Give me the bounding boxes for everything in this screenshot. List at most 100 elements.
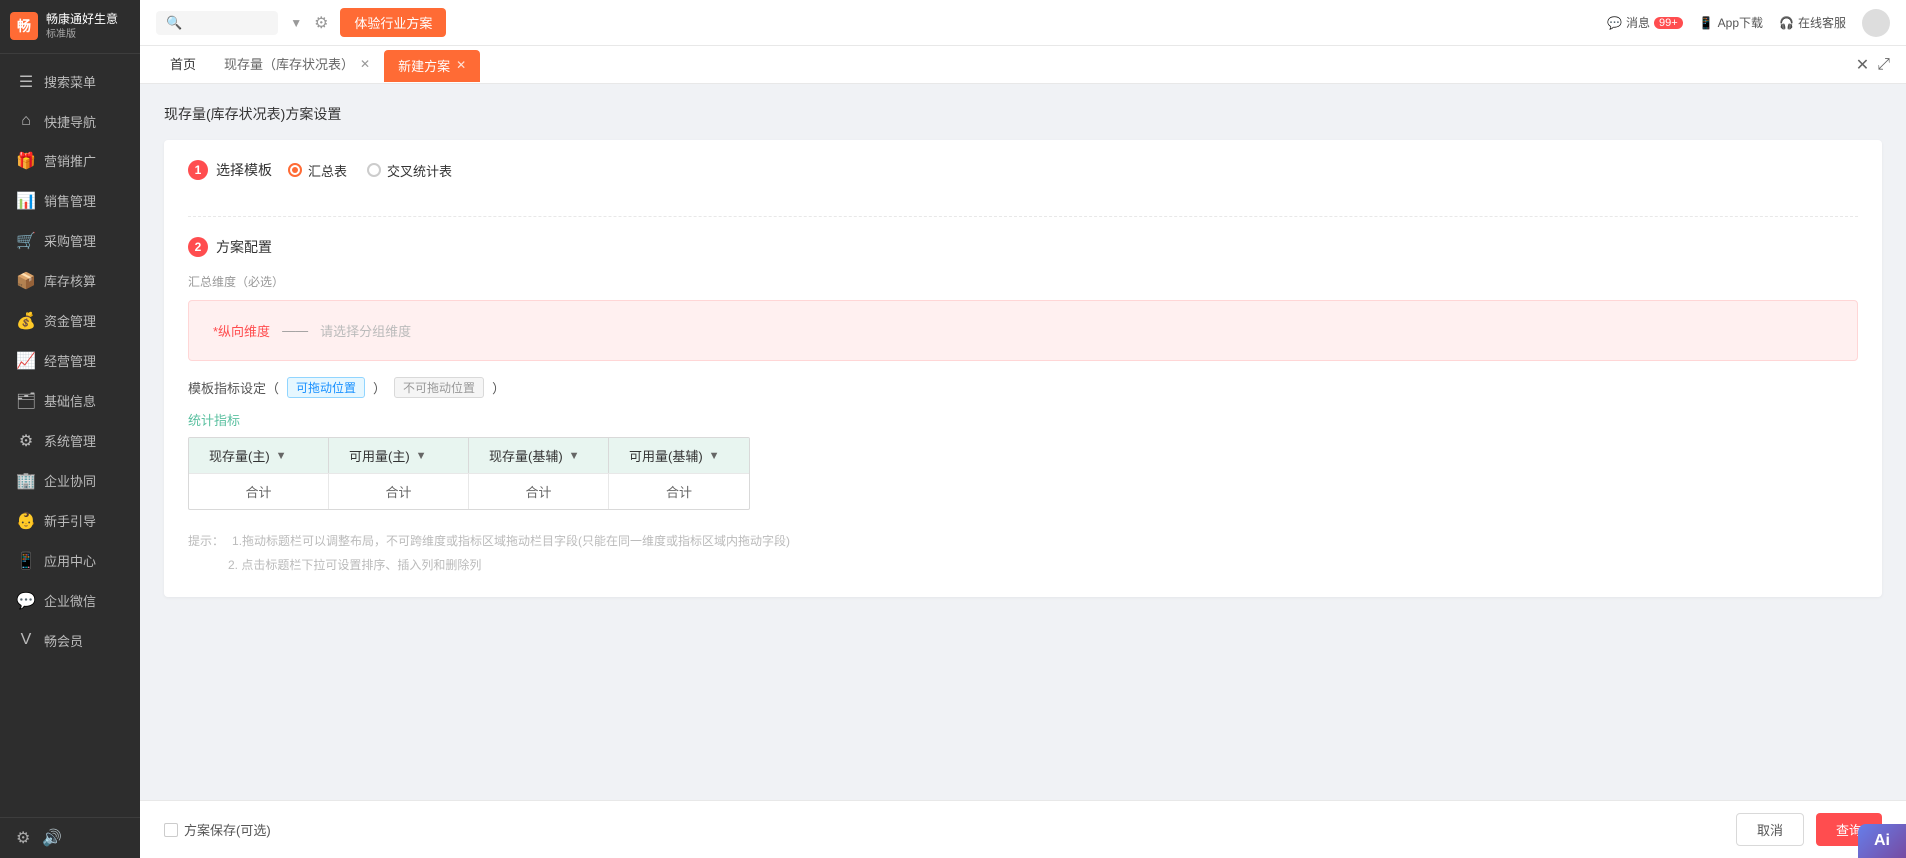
system-icon: ⚙ <box>16 431 36 451</box>
settings-icon[interactable]: ⚙ <box>16 828 30 848</box>
sidebar-item-label: 资金管理 <box>44 311 96 330</box>
sidebar-item-quick-nav[interactable]: ⌂ 快捷导航 <box>0 102 140 141</box>
save-checkbox[interactable] <box>164 823 178 837</box>
chevron-down-icon[interactable]: ▼ <box>709 450 720 462</box>
sidebar-item-label: 企业协同 <box>44 471 96 490</box>
sidebar-item-label: 企业微信 <box>44 591 96 610</box>
search-box[interactable]: 🔍 <box>156 11 278 35</box>
tab-inventory-close-icon[interactable]: ✕ <box>360 57 370 71</box>
dimension-input-area[interactable]: *纵向维度 —— 请选择分组维度 <box>188 300 1858 361</box>
sidebar-item-label: 快捷导航 <box>44 112 96 131</box>
sidebar-item-label: 经营管理 <box>44 351 96 370</box>
save-option[interactable]: 方案保存(可选) <box>164 820 271 839</box>
sidebar-item-search-menu[interactable]: ☰ 搜索菜单 <box>0 62 140 102</box>
cancel-button[interactable]: 取消 <box>1736 813 1804 846</box>
tab-inventory-label: 现存量（库存状况表） <box>224 54 354 73</box>
tip2: 2. 点击标题栏下拉可设置排序、插入列和删除列 <box>188 553 1858 577</box>
radio-cross-dot <box>367 163 381 177</box>
purchase-icon: 🛒 <box>16 231 36 251</box>
sidebar-item-label: 搜索菜单 <box>44 72 96 91</box>
speaker-icon[interactable]: 🔊 <box>42 828 62 848</box>
table-cell-current-aux: 合计 <box>469 474 609 509</box>
sidebar-item-purchase[interactable]: 🛒 采购管理 <box>0 221 140 261</box>
radio-cross[interactable]: 交叉统计表 <box>367 161 452 180</box>
tip1: 提示： 1.拖动标题栏可以调整布局，不可跨维度或指标区域拖动栏目字段(只能在同一… <box>188 529 1858 553</box>
stat-label: 统计指标 <box>188 410 1858 429</box>
sidebar-item-inventory[interactable]: 📦 库存核算 <box>0 261 140 301</box>
tab-home[interactable]: 首页 <box>156 46 210 84</box>
section1-title: 选择模板 <box>216 160 272 180</box>
save-option-label: 方案保存(可选) <box>184 820 271 839</box>
newbie-icon: 👶 <box>16 511 36 531</box>
bottom-bar: 方案保存(可选) 取消 查询 <box>140 800 1906 858</box>
avatar[interactable] <box>1862 9 1890 37</box>
search-input[interactable] <box>188 16 268 30</box>
sidebar-item-basics[interactable]: 🗂 基础信息 <box>0 381 140 421</box>
close-tab-button[interactable]: ✕ <box>1856 55 1869 75</box>
trial-industry-button[interactable]: 体验行业方案 <box>340 8 446 37</box>
table-header-available-main[interactable]: 可用量(主) ▼ <box>329 438 469 473</box>
sidebar-bottom: ⚙ 🔊 <box>0 817 140 858</box>
sidebar-item-marketing[interactable]: 🎁 营销推广 <box>0 141 140 181</box>
table-header-available-aux[interactable]: 可用量(基辅) ▼ <box>609 438 749 473</box>
dimension-section-label: 汇总维度（必选） <box>188 273 1858 290</box>
sidebar-item-newbie[interactable]: 👶 新手引导 <box>0 501 140 541</box>
table-header-current-aux[interactable]: 现存量(基辅) ▼ <box>469 438 609 473</box>
tab-home-label: 首页 <box>170 54 196 73</box>
logo-icon: 畅 <box>10 12 38 40</box>
sidebar-item-operations[interactable]: 📈 经营管理 <box>0 341 140 381</box>
sidebar-item-appstore[interactable]: 📱 应用中心 <box>0 541 140 581</box>
dimension-placeholder-text: 请选择分组维度 <box>320 321 411 340</box>
sidebar-item-system[interactable]: ⚙ 系统管理 <box>0 421 140 461</box>
logo-text: 畅康通好生意 标准版 <box>46 12 118 41</box>
sidebar-nav: ☰ 搜索菜单 ⌂ 快捷导航 🎁 营销推广 📊 销售管理 🛒 采购管理 📦 库存核… <box>0 54 140 817</box>
sidebar-item-finance[interactable]: 💰 资金管理 <box>0 301 140 341</box>
tab-new-plan[interactable]: 新建方案 ✕ <box>384 50 480 82</box>
app-download-button[interactable]: 📱 App下载 <box>1699 14 1763 31</box>
tip2-spacer <box>188 553 220 577</box>
indicator-settings: 模板指标设定（ 可拖动位置 ） 不可拖动位置 ） 统计指标 现存量(主) <box>188 377 1858 513</box>
online-service-button[interactable]: 🎧 在线客服 <box>1779 14 1846 31</box>
draggable-badge: 可拖动位置 <box>287 377 365 398</box>
section1-number: 1 <box>188 160 208 180</box>
table-cell-available-aux: 合计 <box>609 474 749 509</box>
table-cell-current-main: 合计 <box>189 474 329 509</box>
basics-icon: 🗂 <box>16 391 36 411</box>
radio-summary[interactable]: 汇总表 <box>288 161 347 180</box>
sidebar-item-wechat[interactable]: 💬 企业微信 <box>0 581 140 621</box>
radio-summary-dot <box>288 163 302 177</box>
table-header-current-main[interactable]: 现存量(主) ▼ <box>189 438 329 473</box>
search-dropdown-icon[interactable]: ▼ <box>290 16 302 30</box>
indicator-settings-label: 模板指标设定（ 可拖动位置 ） 不可拖动位置 ） <box>188 377 1858 398</box>
chevron-down-icon[interactable]: ▼ <box>569 450 580 462</box>
enterprise-icon: 🏢 <box>16 471 36 491</box>
messages-badge: 99+ <box>1654 17 1683 29</box>
template-section: 1 选择模板 汇总表 交叉统计表 <box>188 160 1858 217</box>
home-icon: ⌂ <box>16 112 36 130</box>
tabs-actions: ✕ ⤢ <box>1856 55 1890 75</box>
sidebar-item-label: 基础信息 <box>44 391 96 410</box>
content-area: 现存量(库存状况表)方案设置 1 选择模板 汇总表 <box>140 84 1906 800</box>
message-icon: 💬 <box>1607 16 1622 30</box>
vip-icon: V <box>16 631 36 649</box>
settings-gear-icon[interactable]: ⚙ <box>314 13 328 33</box>
expand-tab-button[interactable]: ⤢ <box>1877 55 1890 75</box>
chevron-down-icon[interactable]: ▼ <box>416 450 427 462</box>
page-title: 现存量(库存状况表)方案设置 <box>164 104 1882 124</box>
sidebar-item-label: 库存核算 <box>44 271 96 290</box>
tab-inventory[interactable]: 现存量（库存状况表） ✕ <box>210 46 384 84</box>
tab-new-plan-close-icon[interactable]: ✕ <box>456 58 466 72</box>
table-cell-available-main: 合计 <box>329 474 469 509</box>
sidebar-item-vip[interactable]: V 畅会员 <box>0 621 140 660</box>
section2-number: 2 <box>188 237 208 257</box>
sidebar-item-label: 销售管理 <box>44 191 96 210</box>
chevron-down-icon[interactable]: ▼ <box>276 450 287 462</box>
sidebar-item-enterprise[interactable]: 🏢 企业协同 <box>0 461 140 501</box>
phone-icon: 📱 <box>1699 16 1714 30</box>
messages-button[interactable]: 💬 消息 99+ <box>1607 14 1683 31</box>
wechat-icon: 💬 <box>16 591 36 611</box>
template-radio-group: 汇总表 交叉统计表 <box>288 161 452 180</box>
tab-new-plan-label: 新建方案 <box>398 56 450 75</box>
sidebar-item-sales[interactable]: 📊 销售管理 <box>0 181 140 221</box>
ai-fab-button[interactable]: Ai <box>1858 824 1906 858</box>
